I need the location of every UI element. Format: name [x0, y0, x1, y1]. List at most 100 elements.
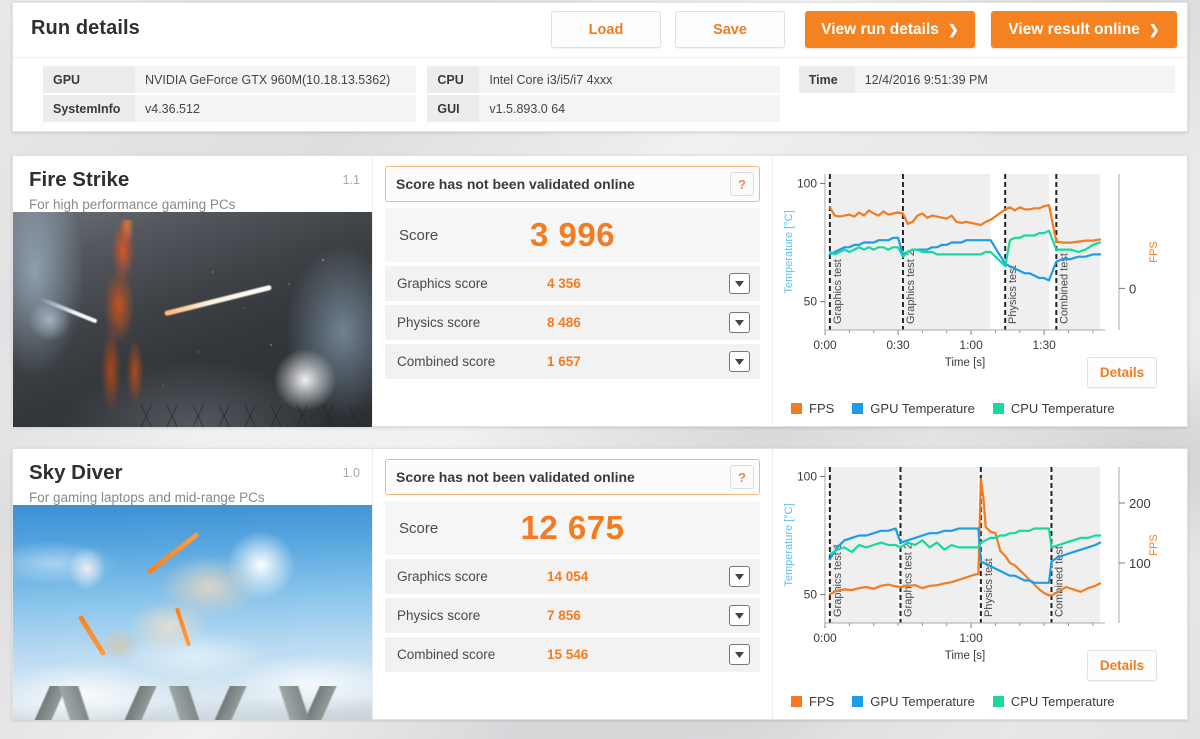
info-line-gui: GUI v1.5.893.0 64: [427, 95, 780, 122]
svg-text:Time [s]: Time [s]: [945, 650, 985, 662]
graphics-score-value: 4 356: [547, 276, 581, 291]
legend-swatch-gpu-temperature: [852, 403, 864, 414]
benchmark-name: Sky Diver: [29, 461, 123, 484]
legend-item-fps: FPS: [791, 694, 834, 709]
info-key-gpu: GPU: [43, 66, 135, 93]
legend-swatch-gpu-temperature: [852, 696, 864, 707]
legend-label-fps: FPS: [809, 694, 835, 709]
svg-text:Time [s]: Time [s]: [945, 357, 985, 369]
benchmark-card-fire-strike: Fire Strike For high performance gaming …: [12, 155, 1188, 427]
validation-status-text: Score has not been validated online: [396, 176, 635, 192]
svg-text:Graphics test: Graphics test: [832, 259, 844, 324]
svg-text:1:00: 1:00: [959, 631, 983, 645]
validation-status-text: Score has not been validated online: [396, 469, 635, 485]
combined-score-label: Combined score: [397, 647, 496, 662]
info-key-cpu: CPU: [427, 66, 480, 93]
chevron-down-icon[interactable]: [729, 351, 750, 372]
total-score-row: Score 12 675: [385, 501, 760, 555]
details-button[interactable]: Details: [1087, 650, 1157, 681]
svg-text:Combined test: Combined test: [1058, 253, 1070, 324]
run-details-header: Run details Load Save View run details ❯…: [13, 3, 1187, 58]
legend-item-cpu-temperature: CPU Temperature: [992, 401, 1115, 416]
combined-score-value: 15 546: [547, 647, 589, 662]
graphics-score-row: Graphics score 4 356: [385, 266, 760, 301]
graphics-score-label: Graphics score: [397, 276, 488, 291]
view-result-online-label: View result online: [1008, 20, 1140, 38]
total-score-value: 12 675: [520, 509, 625, 546]
fire-strike-chart: Graphics test Graphics test 2 Physics test…: [779, 162, 1183, 372]
info-value-time: 12/4/2016 9:51:39 PM: [854, 66, 1175, 93]
info-line-gpu: GPU NVIDIA GeForce GTX 960M(10.18.13.536…: [43, 66, 417, 93]
svg-text:1:30: 1:30: [1032, 338, 1056, 352]
validation-status-bar: Score has not been validated online ?: [385, 459, 760, 495]
legend-item-fps: FPS: [791, 401, 834, 416]
benchmark-card-sky-diver: Sky Diver For gaming laptops and mid-ran…: [12, 448, 1188, 720]
info-line-cpu: CPU Intel Core i3/i5/i7 4xxx: [427, 66, 780, 93]
chevron-down-icon[interactable]: [729, 273, 750, 294]
benchmark-chart-sky-diver: Graphics test 1 Graphics test 2 Physics te…: [773, 449, 1187, 719]
info-value-systeminfo: v4.36.512: [135, 95, 417, 122]
system-info-bar: GPU NVIDIA GeForce GTX 960M(10.18.13.536…: [13, 58, 1187, 132]
chevron-right-icon: ❯: [1148, 21, 1160, 37]
benchmark-description: For high performance gaming PCs: [29, 197, 236, 212]
help-icon[interactable]: ?: [730, 172, 754, 196]
chevron-down-icon[interactable]: [729, 312, 750, 333]
graphics-score-value: 14 054: [547, 569, 589, 584]
page-title: Run details: [31, 17, 140, 39]
svg-text:Graphics test 2: Graphics test 2: [902, 543, 914, 617]
chart-legend: FPS GPU Temperature CPU Temperature: [791, 401, 1115, 416]
total-score-label: Score: [399, 519, 439, 537]
legend-item-gpu-temperature: GPU Temperature: [852, 401, 975, 416]
view-run-details-label: View run details: [821, 20, 939, 38]
benchmark-version: 1.1: [342, 173, 360, 187]
svg-text:1:00: 1:00: [959, 338, 983, 352]
physics-score-row: Physics score 7 856: [385, 598, 760, 633]
legend-label-fps: FPS: [809, 401, 835, 416]
help-icon[interactable]: ?: [730, 465, 754, 489]
legend-swatch-cpu-temperature: [992, 696, 1004, 707]
combined-score-value: 1 657: [547, 354, 581, 369]
info-group-time: Time 12/4/2016 9:51:39 PM: [798, 66, 1175, 132]
total-score-value: 3 996: [529, 216, 616, 253]
chevron-down-icon[interactable]: [729, 605, 750, 626]
svg-text:Temperature [°C]: Temperature [°C]: [783, 503, 795, 586]
chevron-down-icon[interactable]: [729, 644, 750, 665]
run-details-card: Run details Load Save View run details ❯…: [12, 2, 1188, 132]
physics-score-value: 8 486: [547, 315, 581, 330]
fire-strike-thumbnail-image: [13, 212, 372, 427]
svg-text:100: 100: [1129, 556, 1151, 571]
chart-legend: FPS GPU Temperature CPU Temperature: [791, 694, 1115, 709]
load-button[interactable]: Load: [551, 11, 661, 48]
svg-text:50: 50: [804, 295, 818, 309]
benchmark-chart-fire-strike: Graphics test Graphics test 2 Physics test…: [773, 156, 1187, 426]
combined-score-label: Combined score: [397, 354, 496, 369]
chevron-down-icon[interactable]: [729, 566, 750, 587]
details-button[interactable]: Details: [1087, 357, 1157, 388]
physics-score-label: Physics score: [397, 315, 481, 330]
chevron-right-icon: ❯: [947, 21, 959, 37]
info-key-gui: GUI: [427, 95, 480, 122]
info-group-cpu: CPU Intel Core i3/i5/i7 4xxx GUI v1.5.89…: [427, 66, 780, 132]
benchmark-version: 1.0: [342, 466, 360, 480]
svg-text:Physics test: Physics test: [1007, 265, 1019, 324]
legend-label-gpu-temperature: GPU Temperature: [870, 694, 975, 709]
svg-text:100: 100: [797, 469, 817, 483]
info-key-time: Time: [798, 66, 855, 93]
combined-score-row: Combined score 1 657: [385, 344, 760, 379]
svg-text:0:00: 0:00: [813, 338, 837, 352]
view-result-online-button[interactable]: View result online ❯: [991, 11, 1177, 48]
total-score-label: Score: [399, 226, 439, 244]
benchmark-left-sky-diver: Sky Diver For gaming laptops and mid-ran…: [13, 449, 373, 720]
view-run-details-button[interactable]: View run details ❯: [805, 11, 975, 48]
svg-text:100: 100: [797, 176, 817, 190]
graphics-score-label: Graphics score: [397, 569, 488, 584]
save-button[interactable]: Save: [675, 11, 785, 48]
combined-score-row: Combined score 15 546: [385, 637, 760, 672]
total-score-row: Score 3 996: [385, 208, 760, 262]
physics-score-label: Physics score: [397, 608, 481, 623]
svg-text:FPS: FPS: [1148, 534, 1160, 555]
legend-label-gpu-temperature: GPU Temperature: [870, 401, 975, 416]
benchmark-left-fire-strike: Fire Strike For high performance gaming …: [13, 156, 373, 427]
svg-text:0:00: 0:00: [813, 631, 837, 645]
info-line-time: Time 12/4/2016 9:51:39 PM: [798, 66, 1175, 93]
